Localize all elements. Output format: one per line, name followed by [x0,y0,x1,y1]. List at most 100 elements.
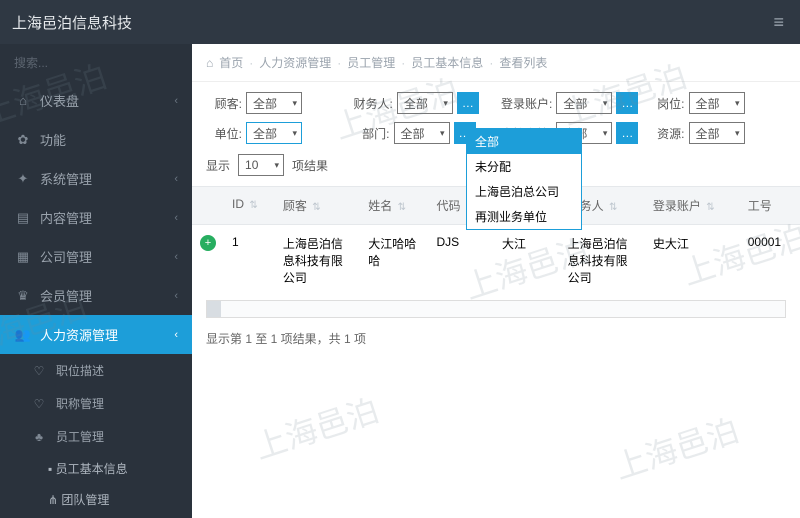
sidebar-item-label: 内容管理 [40,208,92,227]
app-brand: 上海邑泊信息科技 [12,12,132,33]
sidebar-sub-job-desc[interactable]: ♡ 职位描述 [0,354,192,387]
sidebar-item-label: 人力资源管理 [40,325,118,344]
sidebar-item-system[interactable]: ✦ 系统管理 ‹ [0,159,192,198]
caret-down-icon: ▾ [292,98,297,109]
filter-select-login[interactable]: 全部▾ [556,92,612,114]
breadcrumb-item[interactable]: 人力资源管理 [259,54,331,71]
dropdown-option[interactable]: 未分配 [467,154,581,179]
breadcrumb-item[interactable]: 员工管理 [347,54,395,71]
cell-id: 1 [224,225,275,297]
page-size-select[interactable]: 10▾ [238,154,284,176]
watermark: 上海邑泊 [248,385,384,468]
filter-more-button[interactable]: … [457,92,479,114]
cell-customer: 上海邑泊信息科技有限公司 [275,225,360,297]
sort-icon: ⇅ [609,202,617,213]
sidebar-item-content[interactable]: ▤ 内容管理 ‹ [0,198,192,237]
show-label-post: 项结果 [292,157,328,174]
filter-label-finance: 财务人: [354,95,393,112]
filter-select-customer[interactable]: 全部▾ [246,92,302,114]
filter-more-button[interactable]: … [616,92,638,114]
filter-label-login: 登录账户: [501,95,552,112]
filter-more-button[interactable]: … [616,122,638,144]
sort-icon: ⇅ [706,202,714,213]
filter-select-finance[interactable]: 全部▾ [397,92,453,114]
col-name[interactable]: 姓名 ⇅ [360,187,428,225]
sidebar-item-label: 系统管理 [40,169,92,188]
search-input[interactable]: 搜索... [0,44,192,81]
filter-label-dept: 部门: [354,125,390,142]
breadcrumb-item[interactable]: 查看列表 [499,54,547,71]
sidebar-item-label: 员工管理 [56,428,104,445]
user-icon: ♛ [14,288,32,304]
sidebar-item-label: 职位描述 [56,362,104,379]
menu-toggle-icon[interactable]: ≡ [773,12,784,33]
filter-select-unit[interactable]: 全部▾ [246,122,302,144]
cogs-icon: ✦ [14,171,32,187]
sitemap-icon: ♣ [30,430,48,444]
users-icon: 👥 [14,327,32,343]
chevron-left-icon: ‹ [174,95,178,107]
sort-icon: ⇅ [312,202,320,213]
chevron-left-icon: ‹ [174,212,178,224]
main-content: ⌂ 首页· 人力资源管理· 员工管理· 员工基本信息· 查看列表 顾客:全部▾ … [192,44,800,518]
sidebar-item-label: 员工基本信息 [56,462,128,476]
caret-down-icon: ▾ [274,160,279,171]
cell-code: DJS [429,225,495,297]
cell-desc: 大江 [494,225,560,297]
sidebar-item-member[interactable]: ♛ 会员管理 ‹ [0,276,192,315]
scroll-thumb[interactable] [207,301,221,317]
col-id[interactable]: ID ⇅ [224,187,275,225]
chevron-left-icon: ‹ [174,290,178,302]
sidebar-item-label: 仪表盘 [40,91,79,110]
chevron-left-icon: ‹ [174,251,178,263]
filter-label-position: 岗位: [649,95,685,112]
sidebar-item-label: 职称管理 [56,395,104,412]
sidebar-sub2-employee-info[interactable]: ▪ 员工基本信息 [0,453,192,484]
col-login[interactable]: 登录账户 ⇅ [645,187,740,225]
table-row[interactable]: + 1 上海邑泊信息科技有限公司 大江哈哈哈 DJS 大江 上海邑泊信息科技有限… [192,225,800,297]
watermark: 上海邑泊 [608,405,744,488]
sidebar-item-features[interactable]: ✿ 功能 [0,120,192,159]
content-icon: ▤ [14,210,32,226]
sidebar-item-label: 功能 [40,130,66,149]
cell-finance: 上海邑泊信息科技有限公司 [560,225,645,297]
chevron-left-icon: ‹ [174,173,178,185]
sidebar-item-hr[interactable]: 👥人力资源管理‹ [0,315,192,354]
breadcrumb-item[interactable]: 员工基本信息 [411,54,483,71]
sidebar-sub2-team[interactable]: ⋔ 团队管理 [0,484,192,515]
cell-name: 大江哈哈哈 [360,225,428,297]
badge-icon: ♡ [30,397,48,411]
breadcrumb-home[interactable]: 首页 [219,54,243,71]
unit-dropdown: 全部 未分配 上海邑泊总公司 再测业务单位 [466,128,582,230]
filter-select-resource[interactable]: 全部▾ [689,122,745,144]
sidebar-item-label: 会员管理 [40,286,92,305]
col-customer[interactable]: 顾客 ⇅ [275,187,360,225]
filter-label-resource: 资源: [649,125,685,142]
show-label-pre: 显示 [206,157,230,174]
caret-down-icon: ▾ [443,98,448,109]
dropdown-option[interactable]: 再测业务单位 [467,204,581,229]
sidebar-sub-employee[interactable]: ♣ 员工管理 [0,420,192,453]
pager-info: 显示第 1 至 1 项结果，共 1 项 [192,318,800,359]
horizontal-scrollbar[interactable]: ‹ [206,300,786,318]
sidebar-sub-title[interactable]: ♡ 职称管理 [0,387,192,420]
filter-select-position[interactable]: 全部▾ [689,92,745,114]
gear-icon: ✿ [14,132,32,148]
dropdown-option[interactable]: 全部 [467,129,581,154]
caret-down-icon: ▾ [603,98,608,109]
sidebar-item-label: 公司管理 [40,247,92,266]
filter-select-dept[interactable]: 全部▾ [394,122,450,144]
col-empno[interactable]: 工号 [740,187,800,225]
caret-down-icon: ▾ [603,128,608,139]
cell-login: 史大江 [645,225,740,297]
expand-row-icon[interactable]: + [200,235,216,251]
building-icon: ▦ [14,249,32,265]
caret-down-icon: ▾ [292,128,297,139]
badge-icon: ♡ [30,364,48,378]
sidebar-item-label: 团队管理 [61,493,109,507]
dropdown-option[interactable]: 上海邑泊总公司 [467,179,581,204]
caret-down-icon: ▾ [735,98,740,109]
sidebar-item-dashboard[interactable]: ⌂仪表盘‹ [0,81,192,120]
sidebar-item-company[interactable]: ▦ 公司管理 ‹ [0,237,192,276]
caret-down-icon: ▾ [735,128,740,139]
